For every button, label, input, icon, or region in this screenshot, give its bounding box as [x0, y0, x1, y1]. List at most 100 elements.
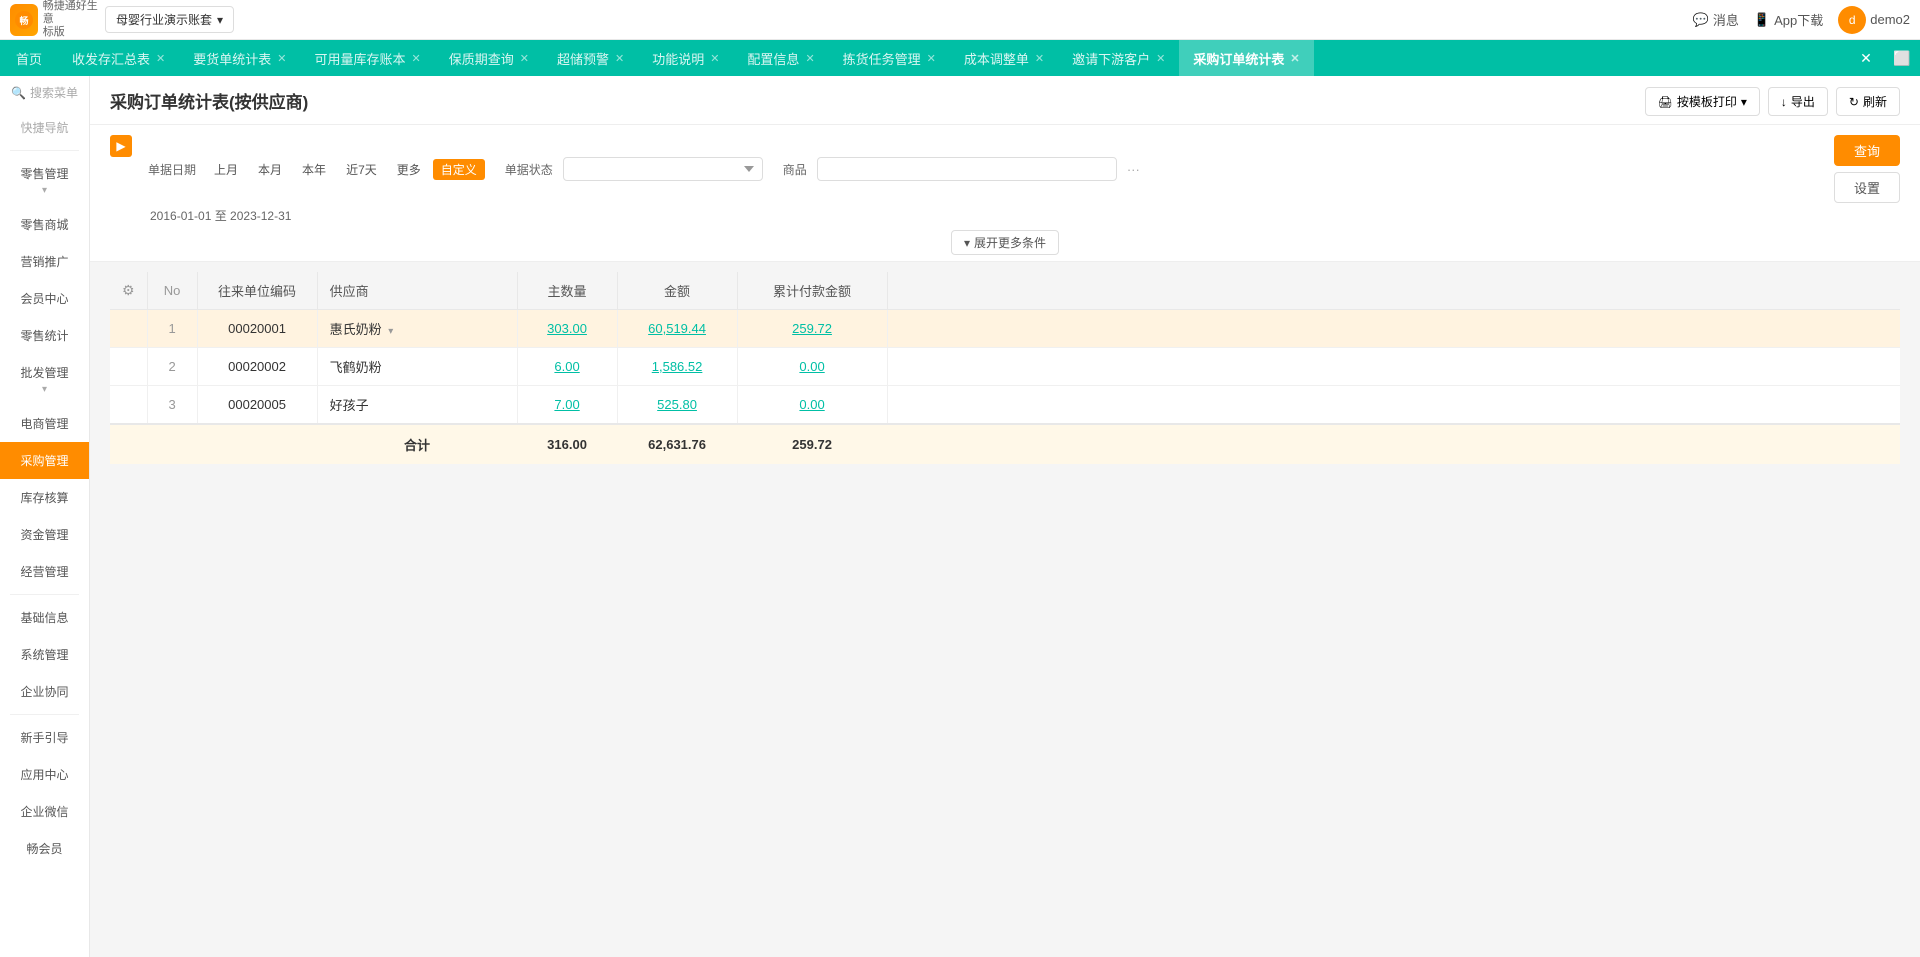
footer-label: 合计 [317, 424, 517, 464]
footer-code [197, 424, 317, 464]
workspace-selector[interactable]: 母婴行业演示账套 ▾ [105, 6, 234, 33]
tab-home[interactable]: 首页 [0, 40, 58, 76]
tab-shoufafa[interactable]: 收发存汇总表 ✕ [58, 40, 179, 76]
query-button[interactable]: 查询 [1834, 135, 1900, 166]
sidebar-label: 零售统计 [20, 327, 68, 344]
sidebar-item-pifa[interactable]: 批发管理 ▾ [0, 354, 89, 405]
tab-yaohuo[interactable]: 要货单统计表 ✕ [179, 40, 300, 76]
avatar: d [1838, 6, 1866, 34]
app-download-label: App下载 [1774, 10, 1823, 29]
date-filter-label: 单据日期 [148, 161, 196, 178]
row-paid[interactable]: 0.00 [737, 348, 887, 386]
shortcut-last-month[interactable]: 上月 [206, 159, 246, 180]
tab-keyongliang[interactable]: 可用量库存账本 ✕ [300, 40, 434, 76]
row-paid[interactable]: 0.00 [737, 386, 887, 425]
row-amount[interactable]: 525.80 [617, 386, 737, 425]
settings-button[interactable]: 设置 [1834, 172, 1900, 203]
refresh-button[interactable]: ↻ 刷新 [1836, 87, 1900, 116]
tab-yaoqing[interactable]: 邀请下游客户 ✕ [1058, 40, 1179, 76]
sidebar-search[interactable]: 🔍 搜索菜单 [0, 76, 89, 109]
tab-close-icon[interactable]: ✕ [156, 52, 165, 65]
tab-close-icon[interactable]: ✕ [615, 52, 624, 65]
table-row: 2 00020002 飞鹤奶粉 6.00 1,586.52 0.00 [110, 348, 1900, 386]
row-settings [110, 310, 147, 348]
tab-close-icon[interactable]: ✕ [927, 52, 936, 65]
sidebar-label: 系统管理 [20, 646, 68, 663]
sidebar-item-qiyewx[interactable]: 企业微信 [0, 793, 89, 830]
sidebar-item-yingxiao[interactable]: 营销推广 [0, 243, 89, 280]
row-code: 00020002 [197, 348, 317, 386]
tab-chengben[interactable]: 成本调整单 ✕ [950, 40, 1058, 76]
row-qty[interactable]: 7.00 [517, 386, 617, 425]
template-print-button[interactable]: 🖨 按模板打印 ▾ [1645, 87, 1760, 116]
sidebar-item-caigou[interactable]: 采购管理 [0, 442, 89, 479]
shortcut-this-month[interactable]: 本月 [250, 159, 290, 180]
row-qty[interactable]: 6.00 [517, 348, 617, 386]
user-menu[interactable]: d demo2 [1838, 6, 1910, 34]
row-amount[interactable]: 60,519.44 [617, 310, 737, 348]
footer-paid: 259.72 [737, 424, 887, 464]
row-settings [110, 348, 147, 386]
filter-toggle-button[interactable]: ▶ [110, 135, 132, 157]
filter-row-main: 单据日期 上月 本月 本年 近7天 更多 自定义 单据状态 [148, 135, 1900, 203]
shortcut-this-year[interactable]: 本年 [294, 159, 334, 180]
sidebar-item-yingyong[interactable]: 应用中心 [0, 756, 89, 793]
table-container: ⚙ No 往来单位编码 供应商 主数量 金额 累计付款金额 1 [90, 262, 1920, 957]
sidebar-item-lingsoust[interactable]: 零售统计 [0, 317, 89, 354]
sidebar-item-kucun[interactable]: 库存核算 [0, 479, 89, 516]
sidebar-item-xitong[interactable]: 系统管理 [0, 636, 89, 673]
tab-chaochuyujing[interactable]: 超储预警 ✕ [543, 40, 638, 76]
tab-close-icon[interactable]: ✕ [1156, 52, 1165, 65]
tab-peizhi[interactable]: 配置信息 ✕ [733, 40, 828, 76]
goods-input[interactable] [817, 157, 1117, 181]
sidebar-item-shortcut-nav[interactable]: 快捷导航 [0, 109, 89, 146]
tab-close-icon[interactable]: ✕ [805, 52, 814, 65]
expand-conditions-button[interactable]: ▾ 展开更多条件 [951, 230, 1059, 255]
tab-caigou-active[interactable]: 采购订单统计表 ✕ [1179, 40, 1313, 76]
sidebar-item-qiye[interactable]: 企业协同 [0, 673, 89, 710]
tab-gongneng[interactable]: 功能说明 ✕ [638, 40, 733, 76]
export-button[interactable]: ↓ 导出 [1768, 87, 1828, 116]
col-code-header: 往来单位编码 [197, 272, 317, 310]
date-shortcuts: 上月 本月 本年 近7天 更多 自定义 [206, 159, 485, 180]
tab-peihuorenwu[interactable]: 拣货任务管理 ✕ [829, 40, 950, 76]
gear-icon[interactable]: ⚙ [122, 282, 135, 298]
message-button[interactable]: 💬 消息 [1693, 10, 1739, 29]
sidebar-label: 库存核算 [20, 489, 68, 506]
col-settings[interactable]: ⚙ [110, 272, 147, 310]
tab-baoxian[interactable]: 保质期查询 ✕ [435, 40, 543, 76]
footer-amount: 62,631.76 [617, 424, 737, 464]
tab-close-icon[interactable]: ✕ [277, 52, 286, 65]
sidebar-label: 营销推广 [20, 253, 68, 270]
maximize-button[interactable]: ⬜ [1884, 40, 1920, 76]
sidebar-item-jichu[interactable]: 基础信息 [0, 599, 89, 636]
sidebar-item-jingying[interactable]: 经营管理 [0, 553, 89, 590]
sidebar-item-xinshou[interactable]: 新手引导 [0, 719, 89, 756]
shortcut-more[interactable]: 更多 [389, 159, 429, 180]
sidebar-item-dianshang[interactable]: 电商管理 [0, 405, 89, 442]
row-qty[interactable]: 303.00 [517, 310, 617, 348]
sidebar-item-huiyuan[interactable]: 会员中心 [0, 280, 89, 317]
search-icon: 🔍 [11, 86, 26, 100]
sidebar-item-lingshous[interactable]: 零售管理 ▾ [0, 155, 89, 206]
tab-close-icon[interactable]: ✕ [520, 52, 529, 65]
tab-close-icon[interactable]: ✕ [412, 52, 421, 65]
nav-tab-actions: ✕ ⬜ [1848, 40, 1920, 76]
col-paid-header: 累计付款金额 [737, 272, 887, 310]
tab-close-icon[interactable]: ✕ [1290, 52, 1299, 65]
shortcut-custom[interactable]: 自定义 [433, 159, 485, 180]
sidebar-item-lingshosh[interactable]: 零售商城 [0, 206, 89, 243]
footer-row: 合计 316.00 62,631.76 259.72 [110, 424, 1900, 464]
sidebar-item-changhui[interactable]: 畅会员 [0, 830, 89, 867]
tab-close-icon[interactable]: ✕ [710, 52, 719, 65]
close-all-tabs-button[interactable]: ✕ [1848, 40, 1884, 76]
shortcut-7days[interactable]: 近7天 [338, 159, 385, 180]
sidebar-item-zijin[interactable]: 资金管理 [0, 516, 89, 553]
row-amount[interactable]: 1,586.52 [617, 348, 737, 386]
app-download-button[interactable]: 📱 App下载 [1754, 10, 1823, 29]
row-paid[interactable]: 259.72 [737, 310, 887, 348]
tab-label: 拣货任务管理 [843, 49, 921, 68]
tab-label: 保质期查询 [449, 49, 514, 68]
tab-close-icon[interactable]: ✕ [1035, 52, 1044, 65]
status-select[interactable] [563, 157, 763, 181]
